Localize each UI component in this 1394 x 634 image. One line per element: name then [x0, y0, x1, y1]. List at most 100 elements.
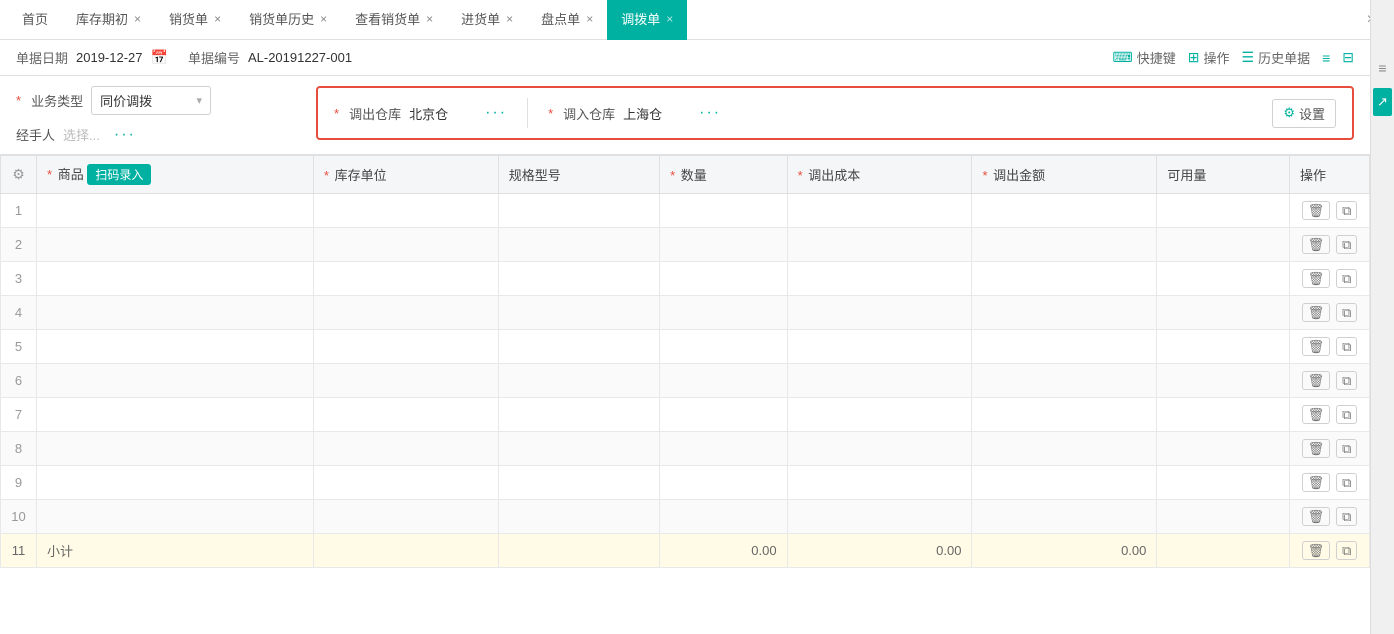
close-icon[interactable]: ×: [586, 12, 593, 26]
qty-cell: [660, 228, 787, 262]
product-cell[interactable]: [37, 364, 314, 398]
copy-button[interactable]: ⧉: [1336, 439, 1357, 458]
close-icon[interactable]: ×: [666, 12, 673, 26]
row-num: 6: [1, 364, 37, 398]
scan-button[interactable]: 扫码录入: [87, 164, 151, 185]
qty-cell: [660, 466, 787, 500]
tab-view-sales[interactable]: 查看销货单 ×: [341, 0, 447, 40]
shortcuts-button[interactable]: ⌨ 快捷键: [1113, 48, 1176, 67]
copy-button[interactable]: ⧉: [1336, 269, 1357, 288]
delete-button[interactable]: 🗑: [1302, 371, 1331, 390]
person-dots-icon[interactable]: ···: [114, 126, 136, 144]
layout-button1[interactable]: ≡: [1322, 50, 1330, 66]
person-select[interactable]: 选择...: [63, 125, 100, 144]
th-action: 操作: [1290, 156, 1370, 194]
delete-button[interactable]: 🗑: [1302, 541, 1331, 560]
cost-cell: [787, 262, 972, 296]
person-group: 经手人 选择... ···: [16, 125, 296, 144]
copy-button[interactable]: ⧉: [1336, 371, 1357, 390]
row-num: 10: [1, 500, 37, 534]
table-body: 1 🗑 ⧉ 2: [1, 194, 1370, 568]
main-content: 单据日期 2019-12-27 📅 单据编号 AL-20191227-001 ⌨…: [0, 40, 1370, 634]
tab-inventory[interactable]: 盘点单 ×: [527, 0, 607, 40]
date-value: 2019-12-27: [76, 50, 143, 65]
required-star: *: [16, 93, 21, 108]
copy-button[interactable]: ⧉: [1336, 507, 1357, 526]
target-warehouse-dots-icon[interactable]: ···: [699, 104, 721, 122]
delete-button[interactable]: 🗑: [1302, 473, 1331, 492]
th-amount-label: 调出金额: [993, 168, 1045, 183]
required-star: *: [324, 168, 329, 183]
required-star: *: [670, 168, 675, 183]
product-cell[interactable]: [37, 432, 314, 466]
delete-button[interactable]: 🗑: [1302, 269, 1331, 288]
th-spec: 规格型号: [498, 156, 659, 194]
close-icon[interactable]: ×: [134, 12, 141, 26]
close-icon[interactable]: ×: [426, 12, 433, 26]
delete-button[interactable]: 🗑: [1302, 439, 1331, 458]
product-cell[interactable]: [37, 398, 314, 432]
product-cell[interactable]: [37, 228, 314, 262]
copy-button[interactable]: ⧉: [1336, 303, 1357, 322]
cost-cell: [787, 228, 972, 262]
business-type-group: * 业务类型 同价调拨 ▾: [16, 86, 296, 115]
settings-button[interactable]: ⚙ 设置: [1272, 99, 1336, 128]
available-cell: [1157, 432, 1290, 466]
product-cell[interactable]: [37, 330, 314, 364]
tab-home[interactable]: 首页: [8, 0, 62, 40]
amount-cell: [972, 330, 1157, 364]
tab-sales-order[interactable]: 销货单 ×: [155, 0, 235, 40]
th-cost-label: 调出成本: [808, 168, 860, 183]
copy-button[interactable]: ⧉: [1336, 235, 1357, 254]
copy-button[interactable]: ⧉: [1336, 541, 1357, 560]
sidebar-export-icon[interactable]: ↗: [1373, 88, 1392, 116]
delete-button[interactable]: 🗑: [1302, 507, 1331, 526]
delete-button[interactable]: 🗑: [1302, 337, 1331, 356]
operations-button[interactable]: ⊞ 操作: [1188, 48, 1230, 67]
person-label: 经手人: [16, 125, 55, 144]
spec-cell: [498, 432, 659, 466]
business-type-select[interactable]: 同价调拨 ▾: [91, 86, 211, 115]
product-cell[interactable]: [37, 466, 314, 500]
source-warehouse-dots-icon[interactable]: ···: [485, 104, 507, 122]
delete-button[interactable]: 🗑: [1302, 303, 1331, 322]
delete-button[interactable]: 🗑: [1302, 405, 1331, 424]
close-icon[interactable]: ×: [214, 12, 221, 26]
close-icon[interactable]: ×: [320, 12, 327, 26]
history-label: 历史单据: [1258, 48, 1310, 67]
cost-cell: [787, 500, 972, 534]
subtotal-action-cell: 🗑 ⧉: [1290, 534, 1370, 568]
product-cell[interactable]: [37, 500, 314, 534]
layout-button2[interactable]: ⊟: [1342, 49, 1354, 66]
sidebar-list-icon[interactable]: ≡: [1378, 60, 1386, 76]
copy-button[interactable]: ⧉: [1336, 405, 1357, 424]
history-button[interactable]: ☰ 历史单据: [1242, 48, 1311, 67]
delete-button[interactable]: 🗑: [1302, 201, 1331, 220]
number-group: 单据编号 AL-20191227-001: [188, 48, 352, 67]
spec-cell: [498, 500, 659, 534]
row-num: 3: [1, 262, 37, 296]
amount-cell: [972, 364, 1157, 398]
th-settings[interactable]: ⚙: [1, 156, 37, 194]
amount-cell: [972, 432, 1157, 466]
delete-button[interactable]: 🗑: [1302, 235, 1331, 254]
copy-button[interactable]: ⧉: [1336, 473, 1357, 492]
tab-inventory-init[interactable]: 库存期初 ×: [62, 0, 155, 40]
th-qty: * 数量: [660, 156, 787, 194]
tab-sales-order-label: 销货单: [169, 9, 208, 28]
copy-button[interactable]: ⧉: [1336, 337, 1357, 356]
row-num: 11: [1, 534, 37, 568]
product-cell[interactable]: [37, 194, 314, 228]
product-cell[interactable]: [37, 262, 314, 296]
tab-purchase[interactable]: 进货单 ×: [447, 0, 527, 40]
tab-sales-history[interactable]: 销货单历史 ×: [235, 0, 341, 40]
spec-cell: [498, 398, 659, 432]
product-cell[interactable]: [37, 296, 314, 330]
close-icon[interactable]: ×: [506, 12, 513, 26]
table-row: 8 🗑 ⧉: [1, 432, 1370, 466]
copy-button[interactable]: ⧉: [1336, 201, 1357, 220]
calendar-icon[interactable]: 📅: [151, 49, 168, 66]
subtotal-avail-cell: [1157, 534, 1290, 568]
column-settings-icon[interactable]: ⚙: [12, 166, 25, 182]
tab-transfer[interactable]: 调拨单 ×: [607, 0, 687, 40]
